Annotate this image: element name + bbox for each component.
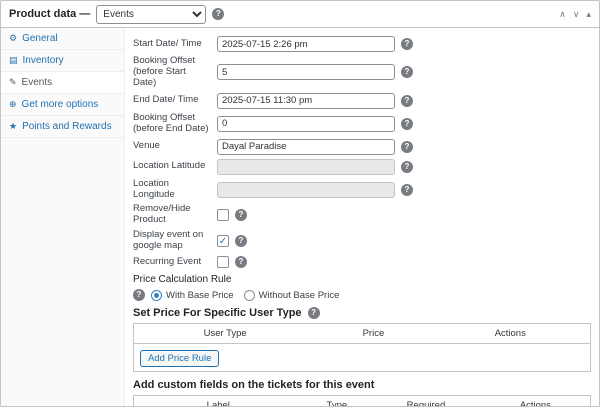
metabox-title: Product data — xyxy=(9,8,91,20)
sidebar-item-label: General xyxy=(22,33,58,44)
price-rule-options: ? With Base Price Without Base Price xyxy=(133,289,591,302)
move-down-icon[interactable]: ∨ xyxy=(573,9,580,19)
section-title-text: Set Price For Specific User Type xyxy=(133,307,302,320)
radio-label: With Base Price xyxy=(166,289,234,301)
toggle-panel-icon[interactable]: ▴ xyxy=(586,9,591,19)
sidebar-item-events[interactable]: ✎ Events xyxy=(1,72,124,94)
sidebar-item-inventory[interactable]: ▤ Inventory xyxy=(1,50,124,72)
metabox-body: ⚙ General ▤ Inventory ✎ Events ⊕ Get mor… xyxy=(1,28,599,406)
venue-input[interactable] xyxy=(217,138,395,155)
column-header-actions: Actions xyxy=(430,323,591,345)
inventory-icon: ▤ xyxy=(9,55,18,65)
price-calculation-rule-label: Price Calculation Rule xyxy=(133,274,232,286)
checkbox-row: Recurring Event ? xyxy=(133,255,591,269)
sidebar-item-label: Get more options xyxy=(21,99,99,110)
field-row: Start Date/ Time ? xyxy=(133,36,591,52)
recurring-event-checkbox[interactable] xyxy=(217,256,229,269)
sidebar-item-points-and-rewards[interactable]: ★ Points and Rewards xyxy=(1,116,124,138)
help-icon[interactable]: ? xyxy=(235,256,247,269)
custom-fields-section-title: Add custom fields on the tickets for thi… xyxy=(133,379,591,391)
field-row: Location Longitude ? xyxy=(133,177,591,201)
radio-label: Without Base Price xyxy=(258,289,340,301)
without-base-price-radio[interactable] xyxy=(243,289,255,301)
table-header-row: Label Type Required Actions xyxy=(133,395,591,406)
field-label: Location Longitude xyxy=(133,177,175,200)
start-datetime-input[interactable] xyxy=(217,36,395,52)
column-header-actions: Actions xyxy=(480,395,591,406)
field-row: Location Latitude ? xyxy=(133,158,591,175)
field-label: Booking Offset (before Start Date) xyxy=(133,55,196,88)
help-icon[interactable]: ? xyxy=(235,235,247,248)
sidebar-item-get-more-options[interactable]: ⊕ Get more options xyxy=(1,94,124,116)
product-data-metabox: Product data — Events ? ∧ ∨ ▴ ⚙ General … xyxy=(0,0,600,407)
user-price-section-title: Set Price For Specific User Type ? xyxy=(133,307,591,320)
product-type-select[interactable]: Events xyxy=(96,4,207,24)
custom-fields-table: Label Type Required Actions Add More xyxy=(133,395,591,406)
longitude-input xyxy=(217,181,395,198)
user-price-table: User Type Price Actions Add Price Rule xyxy=(133,323,591,373)
help-icon[interactable]: ? xyxy=(401,66,413,79)
end-datetime-input[interactable] xyxy=(217,92,395,109)
help-icon[interactable]: ? xyxy=(401,94,413,107)
booking-offset-end-input[interactable] xyxy=(217,115,395,132)
column-header-user-type: User Type xyxy=(133,323,317,345)
remove-hide-product-checkbox[interactable] xyxy=(217,209,229,222)
field-label: End Date/ Time xyxy=(133,94,199,106)
gear-icon: ⚙ xyxy=(9,33,18,43)
field-row: Booking Offset (before End Date) ? xyxy=(133,111,591,135)
sidebar-item-label: Inventory xyxy=(22,55,64,66)
product-data-tabs: ⚙ General ▤ Inventory ✎ Events ⊕ Get mor… xyxy=(1,28,125,406)
add-price-rule-button[interactable]: Add Price Rule xyxy=(140,350,220,368)
star-icon: ★ xyxy=(9,121,18,131)
move-up-icon[interactable]: ∧ xyxy=(559,9,566,19)
with-base-price-radio[interactable] xyxy=(151,289,162,301)
help-icon[interactable]: ? xyxy=(235,209,247,222)
help-icon[interactable]: ? xyxy=(401,140,413,153)
field-row: Booking Offset (before Start Date) ? xyxy=(133,55,591,89)
help-icon[interactable]: ? xyxy=(133,289,145,302)
sidebar-item-label: Points and Rewards xyxy=(22,121,112,132)
display-on-google-map-checkbox[interactable] xyxy=(217,235,229,248)
column-header-label: Label xyxy=(133,395,303,406)
field-label: Remove/Hide Product xyxy=(133,203,191,226)
booking-offset-start-input[interactable] xyxy=(217,64,395,81)
plus-icon: ⊕ xyxy=(9,99,17,109)
help-icon[interactable]: ? xyxy=(212,8,225,20)
field-label: Start Date/ Time xyxy=(133,37,202,49)
sidebar-item-general[interactable]: ⚙ General xyxy=(1,28,124,50)
field-label: Booking Offset (before End Date) xyxy=(133,111,209,134)
checkbox-row: Remove/Hide Product ? xyxy=(133,204,591,226)
events-icon: ✎ xyxy=(9,77,17,87)
section-title-text: Add custom fields on the tickets for thi… xyxy=(133,379,375,392)
table-row: Add Price Rule xyxy=(134,344,591,372)
field-label: Venue xyxy=(133,140,160,152)
sidebar-item-label: Events xyxy=(21,77,53,88)
help-icon[interactable]: ? xyxy=(401,38,413,50)
help-icon[interactable]: ? xyxy=(401,160,413,173)
help-icon[interactable]: ? xyxy=(307,307,320,320)
field-label: Location Latitude xyxy=(133,160,206,172)
field-row: End Date/ Time ? xyxy=(133,92,591,109)
column-header-type: Type xyxy=(302,395,372,406)
metabox-header: Product data — Events ? ∧ ∨ ▴ xyxy=(1,1,599,28)
column-header-price: Price xyxy=(316,323,431,345)
latitude-input xyxy=(217,158,395,175)
events-panel: Start Date/ Time ? Booking Offset (befor… xyxy=(125,28,599,406)
help-icon[interactable]: ? xyxy=(401,117,413,130)
column-header-required: Required xyxy=(371,395,481,406)
field-label: Recurring Event xyxy=(133,255,202,267)
field-row: Venue ? xyxy=(133,138,591,155)
field-label: Display event on google map xyxy=(133,229,204,252)
checkbox-row: Display event on google map ? xyxy=(133,229,591,252)
help-icon[interactable]: ? xyxy=(401,183,413,196)
table-header-row: User Type Price Actions xyxy=(133,323,591,345)
